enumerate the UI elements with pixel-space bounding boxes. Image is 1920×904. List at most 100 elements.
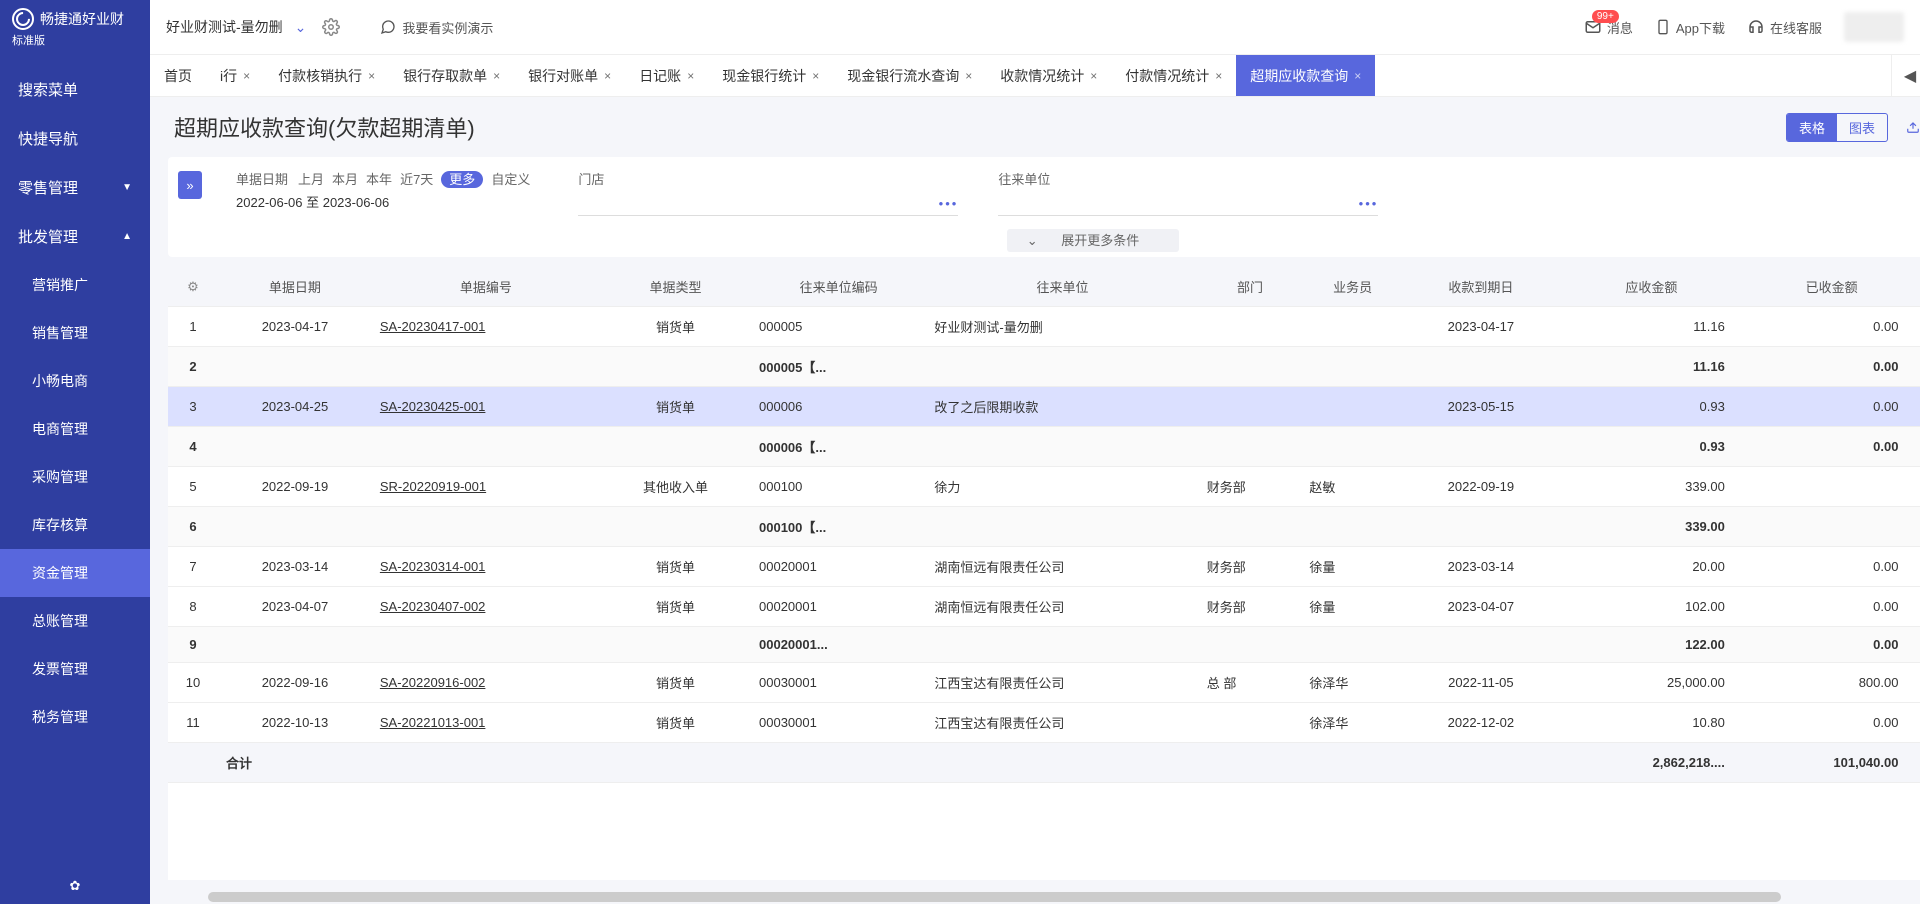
doc-link[interactable]: SA-20230407-002 (380, 599, 486, 614)
sidebar-item-3[interactable]: 批发管理▲ (0, 212, 150, 261)
tab-0[interactable]: 首页 (150, 55, 206, 96)
tab-close-icon[interactable]: × (812, 69, 819, 83)
expand-filters-button[interactable]: ⌄ 展开更多条件 (1007, 229, 1180, 252)
doc-link[interactable]: SA-20230417-001 (380, 319, 486, 334)
col-header-5[interactable]: 往来单位 (926, 267, 1198, 307)
more-dots-icon: ••• (939, 196, 959, 211)
doc-link[interactable]: SA-20220916-002 (380, 675, 486, 690)
table-footer-row: 合计2,862,218....101,040.002,76 (168, 743, 1920, 783)
col-header-0[interactable]: ⚙ (168, 267, 218, 307)
table-row[interactable]: 900020001...122.000.00 (168, 627, 1920, 663)
demo-link-label: 我要看实例演示 (402, 18, 493, 37)
demo-link[interactable]: 我要看实例演示 (380, 18, 493, 37)
table-row[interactable]: 12023-04-17SA-20230417-001销货单000005好业财测试… (168, 307, 1920, 347)
col-header-10[interactable]: 已收金额 (1745, 267, 1919, 307)
sidebar-item-13[interactable]: 税务管理 (0, 693, 150, 741)
col-header-8[interactable]: 收款到期日 (1404, 267, 1558, 307)
doc-link[interactable]: SA-20221013-001 (380, 715, 486, 730)
view-toggle: 表格 图表 (1786, 113, 1888, 142)
doc-link[interactable]: SA-20230425-001 (380, 399, 486, 414)
sidebar-settings-icon[interactable]: ✿ (0, 878, 150, 894)
sidebar-item-5[interactable]: 销售管理 (0, 309, 150, 357)
messages-button[interactable]: 99+ 消息 (1584, 18, 1633, 37)
table-settings-icon[interactable]: ⚙ (187, 279, 199, 294)
tab-close-icon[interactable]: × (687, 69, 694, 83)
horizontal-scrollbar[interactable] (168, 890, 1920, 904)
tabs-scroll-left[interactable]: ◀ (1892, 55, 1920, 97)
sidebar-item-11[interactable]: 总账管理 (0, 597, 150, 645)
col-header-3[interactable]: 单据类型 (600, 267, 751, 307)
tab-5[interactable]: 日记账× (625, 55, 708, 96)
table-row[interactable]: 6000100【...339.00 (168, 507, 1920, 547)
online-service-button[interactable]: 在线客服 (1747, 18, 1822, 37)
date-chip-3[interactable]: 近7天 (400, 172, 433, 187)
tab-7[interactable]: 现金银行流水查询× (833, 55, 986, 96)
date-chip-1[interactable]: 本月 (332, 172, 358, 187)
table-row[interactable]: 32023-04-25SA-20230425-001销货单000006改了之后限… (168, 387, 1920, 427)
sidebar-item-4[interactable]: 营销推广 (0, 261, 150, 309)
col-header-2[interactable]: 单据编号 (372, 267, 600, 307)
sidebar-item-2[interactable]: 零售管理▼ (0, 163, 150, 212)
tab-close-icon[interactable]: × (243, 69, 250, 83)
date-chip-0[interactable]: 上月 (298, 172, 324, 187)
sidebar-item-9[interactable]: 库存核算 (0, 501, 150, 549)
tab-10[interactable]: 超期应收款查询× (1236, 55, 1375, 96)
partner-select[interactable]: ••• (998, 192, 1378, 216)
table-row[interactable]: 102022-09-16SA-20220916-002销货单00030001江西… (168, 663, 1920, 703)
tab-8[interactable]: 收款情况统计× (986, 55, 1111, 96)
table-row[interactable]: 82023-04-07SA-20230407-002销货单00020001湖南恒… (168, 587, 1920, 627)
tab-close-icon[interactable]: × (1354, 69, 1361, 83)
doc-link[interactable]: SR-20220919-001 (380, 479, 486, 494)
brand-block: 畅捷通好业财 标准版 (0, 0, 150, 55)
app-download-button[interactable]: App下载 (1655, 18, 1725, 37)
col-header-7[interactable]: 业务员 (1301, 267, 1404, 307)
tenant-selector[interactable]: 好业财测试-量勿删 ⌄ (166, 17, 306, 37)
message-badge: 99+ (1592, 10, 1619, 23)
tab-1[interactable]: i行× (206, 55, 264, 96)
sidebar-item-8[interactable]: 采购管理 (0, 453, 150, 501)
col-header-1[interactable]: 单据日期 (218, 267, 372, 307)
tab-close-icon[interactable]: × (1215, 69, 1222, 83)
sidebar-item-7[interactable]: 电商管理 (0, 405, 150, 453)
date-chip-5[interactable]: 自定义 (491, 172, 530, 187)
tab-2[interactable]: 付款核销执行× (264, 55, 389, 96)
tab-4[interactable]: 银行对账单× (514, 55, 625, 96)
brand-edition: 标准版 (12, 32, 150, 48)
table-row[interactable]: 2000005【...11.160.00 (168, 347, 1920, 387)
brand-name: 畅捷通好业财 (40, 9, 124, 29)
sidebar-item-6[interactable]: 小畅电商 (0, 357, 150, 405)
col-header-4[interactable]: 往来单位编码 (751, 267, 926, 307)
user-avatar[interactable] (1844, 12, 1904, 42)
table-row[interactable]: 52022-09-19SR-20220919-001其他收入单000100徐力财… (168, 467, 1920, 507)
tab-close-icon[interactable]: × (368, 69, 375, 83)
col-header-9[interactable]: 应收金额 (1558, 267, 1745, 307)
shop-select[interactable]: ••• (578, 192, 958, 216)
tab-close-icon[interactable]: × (965, 69, 972, 83)
tenant-name: 好业财测试-量勿删 (166, 17, 283, 37)
date-chip-2[interactable]: 本年 (366, 172, 392, 187)
tab-close-icon[interactable]: × (1090, 69, 1097, 83)
view-table-button[interactable]: 表格 (1787, 114, 1837, 141)
tab-close-icon[interactable]: × (493, 69, 500, 83)
sidebar: 搜索菜单快捷导航零售管理▼批发管理▲营销推广销售管理小畅电商电商管理采购管理库存… (0, 55, 150, 904)
sidebar-item-12[interactable]: 发票管理 (0, 645, 150, 693)
date-range-value: 2022-06-06 至 2023-06-06 (236, 192, 538, 211)
sidebar-item-10[interactable]: 资金管理 (0, 549, 150, 597)
sidebar-item-0[interactable]: 搜索菜单 (0, 65, 150, 114)
tab-3[interactable]: 银行存取款单× (389, 55, 514, 96)
table-row[interactable]: 4000006【...0.930.00 (168, 427, 1920, 467)
table-row[interactable]: 112022-10-13SA-20221013-001销货单00030001江西… (168, 703, 1920, 743)
table-row[interactable]: 72023-03-14SA-20230314-001销货单00020001湖南恒… (168, 547, 1920, 587)
chevron-down-icon: ⌄ (295, 19, 307, 36)
filter-collapse-handle[interactable]: » (178, 171, 202, 199)
tab-9[interactable]: 付款情况统计× (1111, 55, 1236, 96)
tab-6[interactable]: 现金银行统计× (708, 55, 833, 96)
sidebar-item-1[interactable]: 快捷导航 (0, 114, 150, 163)
doc-link[interactable]: SA-20230314-001 (380, 559, 486, 574)
gear-icon[interactable] (322, 18, 340, 36)
tab-close-icon[interactable]: × (604, 69, 611, 83)
date-chip-4[interactable]: 更多 (441, 171, 483, 188)
col-header-6[interactable]: 部门 (1199, 267, 1302, 307)
view-chart-button[interactable]: 图表 (1837, 114, 1887, 141)
export-button[interactable]: 导出 (1906, 118, 1920, 137)
